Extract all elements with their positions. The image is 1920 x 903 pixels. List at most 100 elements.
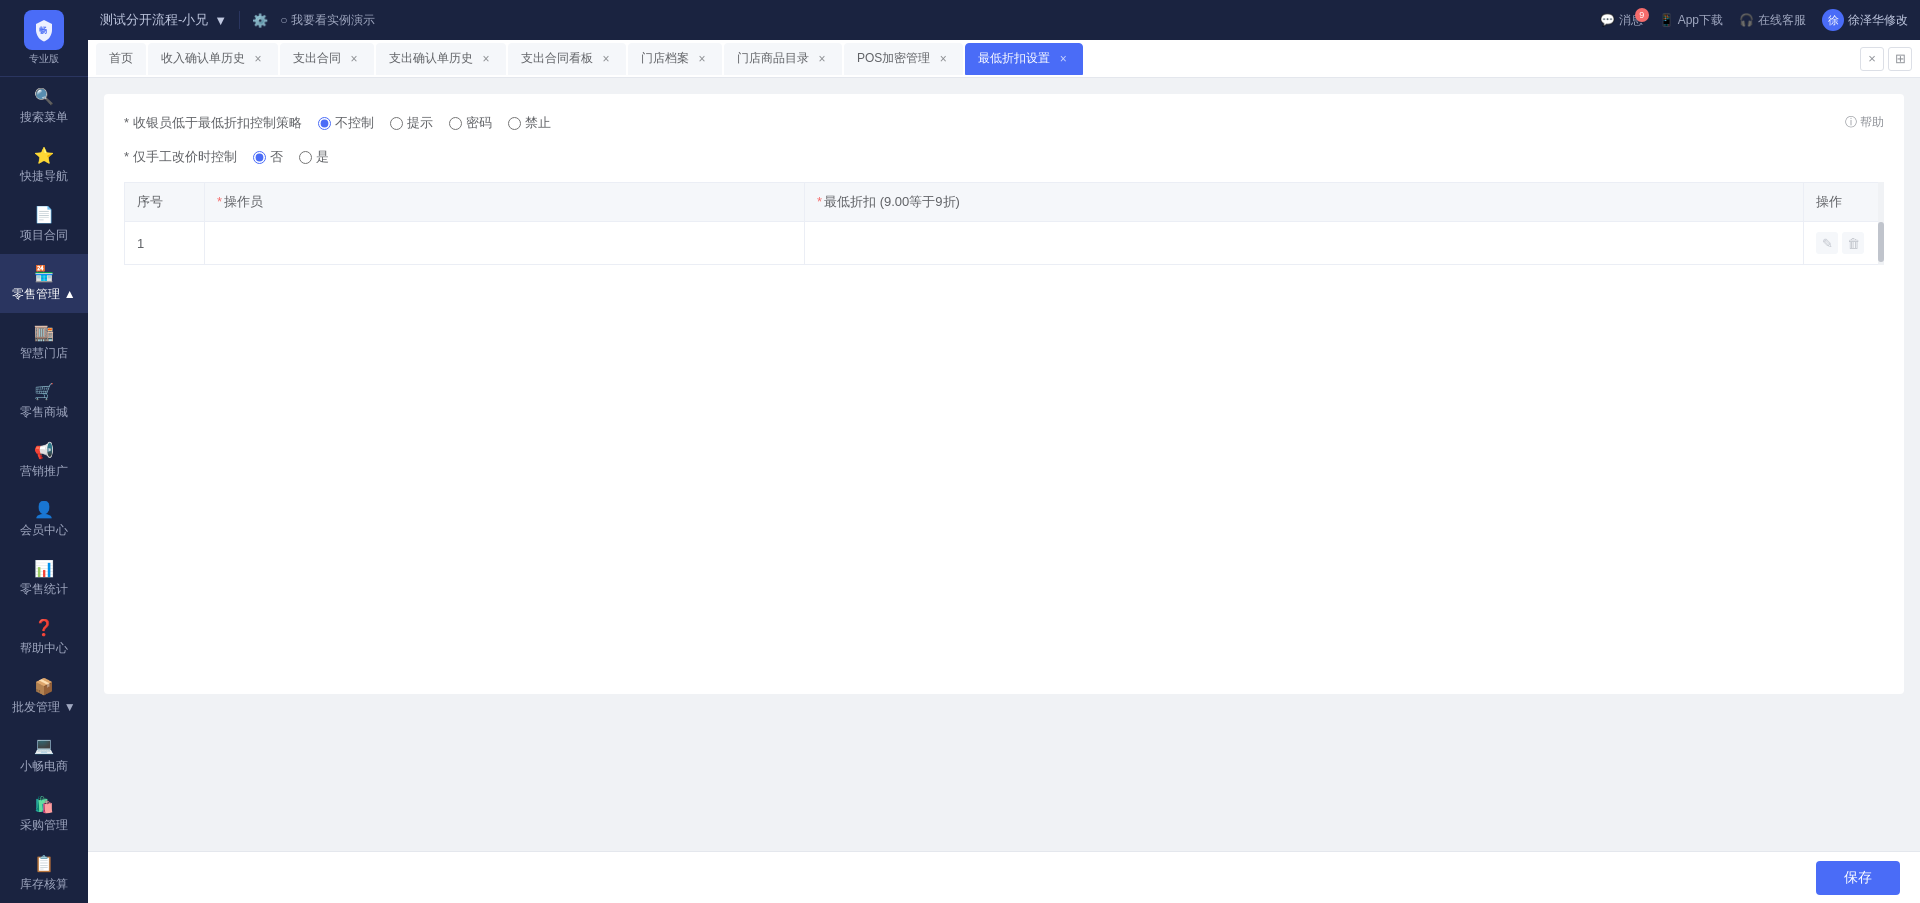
discount-table: 序号 *操作员 *最低折扣 (9.00等于9折) 操作 1 [124, 182, 1884, 265]
tabs-menu[interactable]: ⊞ [1888, 47, 1912, 71]
tab-expenditure-contract[interactable]: 支出合同 × [280, 43, 374, 75]
radio-tip-input[interactable] [390, 117, 403, 130]
radio-forbidden-input[interactable] [508, 117, 521, 130]
online-service-btn[interactable]: 🎧 在线客服 [1739, 12, 1806, 29]
sidebar-item-ecommerce[interactable]: 💻 小畅电商 [0, 726, 88, 785]
radio-password[interactable]: 密码 [449, 114, 492, 132]
edit-row-btn[interactable]: ✎ [1816, 232, 1838, 254]
tab-expenditure-contract-close[interactable]: × [347, 52, 361, 66]
help-icon: ❓ [34, 618, 54, 637]
help-button[interactable]: ⓘ 帮助 [1845, 114, 1884, 131]
radio-yes-label: 是 [316, 148, 329, 166]
tab-store-archive[interactable]: 门店档案 × [628, 43, 722, 75]
project-selector[interactable]: 测试分开流程-小兄 ▼ [100, 11, 227, 29]
sidebar-item-label: 会员中心 [20, 522, 68, 539]
tab-pos-encrypt[interactable]: POS加密管理 × [844, 43, 963, 75]
tab-home[interactable]: 首页 [96, 43, 146, 75]
sidebar-item-wholesale[interactable]: 📦 批发管理 ▼ [0, 667, 88, 726]
tab-min-discount[interactable]: 最低折扣设置 × [965, 43, 1083, 75]
sidebar-item-inventory[interactable]: 📋 库存核算 [0, 844, 88, 903]
col-min-discount: *最低折扣 (9.00等于9折) [805, 183, 1804, 222]
tab-expenditure-history-close[interactable]: × [479, 52, 493, 66]
content-panel: ⓘ 帮助 * 收银员低于最低折扣控制策略 不控制 提示 [104, 94, 1904, 694]
sidebar-item-smart-store[interactable]: 🏬 智慧门店 [0, 313, 88, 372]
radio-no-control-input[interactable] [318, 117, 331, 130]
user-menu[interactable]: 徐 徐泽华修改 [1822, 9, 1908, 31]
sidebar-item-contract[interactable]: 📄 项目合同 [0, 195, 88, 254]
table-scrollbar[interactable] [1878, 182, 1884, 265]
tab-expenditure-board-label: 支出合同看板 [521, 50, 593, 67]
radio-yes-input[interactable] [299, 151, 312, 164]
col-actions: 操作 [1804, 183, 1884, 222]
save-button[interactable]: 保存 [1816, 861, 1900, 895]
tab-store-archive-close[interactable]: × [695, 52, 709, 66]
tab-income-history[interactable]: 收入确认单历史 × [148, 43, 278, 75]
radio-tip[interactable]: 提示 [390, 114, 433, 132]
radio-forbidden[interactable]: 禁止 [508, 114, 551, 132]
tab-pos-encrypt-close[interactable]: × [936, 52, 950, 66]
col-seq: 序号 [125, 183, 205, 222]
sidebar-item-label: 小畅电商 [20, 758, 68, 775]
topbar-settings-btn[interactable]: ⚙️ [252, 13, 268, 28]
col-operator: *操作员 [205, 183, 805, 222]
sidebar-item-shortcuts[interactable]: ⭐ 快捷导航 [0, 136, 88, 195]
radio-no-control[interactable]: 不控制 [318, 114, 374, 132]
control-strategy-row: * 收银员低于最低折扣控制策略 不控制 提示 密码 [124, 114, 1884, 132]
purchase-icon: 🛍️ [34, 795, 54, 814]
sidebar-logo: 畅 专业版 [0, 0, 88, 77]
app-download-btn[interactable]: 📱 App下载 [1659, 12, 1723, 29]
demo-link[interactable]: ○ 我要看实例演示 [280, 12, 375, 29]
online-service-label: 在线客服 [1758, 12, 1806, 29]
delete-row-btn[interactable]: 🗑 [1842, 232, 1864, 254]
sidebar-item-search[interactable]: 🔍 搜索菜单 [0, 77, 88, 136]
manual-control-label: * 仅手工改价时控制 [124, 148, 237, 166]
radio-no-control-label: 不控制 [335, 114, 374, 132]
sidebar-item-label: 智慧门店 [20, 345, 68, 362]
table-row: 1 ✎ 🗑 [125, 222, 1884, 265]
message-badge: 9 [1635, 8, 1649, 22]
tabs-bar: 首页 收入确认单历史 × 支出合同 × 支出确认单历史 × 支出合同看板 × 门… [88, 40, 1920, 78]
tab-expenditure-history-label: 支出确认单历史 [389, 50, 473, 67]
star-icon: ⭐ [34, 146, 54, 165]
radio-no[interactable]: 否 [253, 148, 283, 166]
sidebar-item-label: 项目合同 [20, 227, 68, 244]
tab-expenditure-history[interactable]: 支出确认单历史 × [376, 43, 506, 75]
sidebar-item-purchase[interactable]: 🛍️ 采购管理 [0, 785, 88, 844]
tab-income-history-close[interactable]: × [251, 52, 265, 66]
radio-no-input[interactable] [253, 151, 266, 164]
message-icon: 💬 [1600, 13, 1615, 27]
tab-store-product-close[interactable]: × [815, 52, 829, 66]
message-btn[interactable]: 💬 消息 9 [1600, 12, 1643, 29]
manual-control-row: * 仅手工改价时控制 否 是 [124, 148, 1884, 166]
radio-yes[interactable]: 是 [299, 148, 329, 166]
radio-forbidden-label: 禁止 [525, 114, 551, 132]
sidebar-item-label: 搜索菜单 [20, 109, 68, 126]
tab-min-discount-close[interactable]: × [1056, 52, 1070, 66]
cell-actions: ✎ 🗑 [1804, 222, 1884, 265]
tab-store-product[interactable]: 门店商品目录 × [724, 43, 842, 75]
table-scrollbar-thumb [1878, 222, 1884, 262]
wholesale-icon: 📦 [34, 677, 54, 696]
sidebar-item-label: 快捷导航 [20, 168, 68, 185]
sidebar-item-label: 营销推广 [20, 463, 68, 480]
app-logo-icon: 畅 [24, 10, 64, 50]
sidebar: 畅 专业版 🔍 搜索菜单 ⭐ 快捷导航 📄 项目合同 🏪 零售管理 ▲ 🏬 智慧… [0, 0, 88, 903]
sidebar-item-label: 批发管理 ▼ [12, 699, 75, 716]
radio-password-input[interactable] [449, 117, 462, 130]
tab-expenditure-board-close[interactable]: × [599, 52, 613, 66]
tabs-close-current[interactable]: × [1860, 47, 1884, 71]
app-download-label: App下载 [1678, 12, 1723, 29]
retail-icon: 🏪 [34, 264, 54, 283]
sidebar-item-member[interactable]: 👤 会员中心 [0, 490, 88, 549]
sidebar-item-label: 零售统计 [20, 581, 68, 598]
cell-operator [205, 222, 805, 265]
radio-tip-label: 提示 [407, 114, 433, 132]
tab-expenditure-board[interactable]: 支出合同看板 × [508, 43, 626, 75]
sidebar-item-retail[interactable]: 🏪 零售管理 ▲ [0, 254, 88, 313]
sidebar-item-mall[interactable]: 🛒 零售商城 [0, 372, 88, 431]
sidebar-item-help[interactable]: ❓ 帮助中心 [0, 608, 88, 667]
sidebar-item-marketing[interactable]: 📢 营销推广 [0, 431, 88, 490]
help-label: 帮助 [1860, 114, 1884, 131]
sidebar-item-stats[interactable]: 📊 零售统计 [0, 549, 88, 608]
inventory-icon: 📋 [34, 854, 54, 873]
